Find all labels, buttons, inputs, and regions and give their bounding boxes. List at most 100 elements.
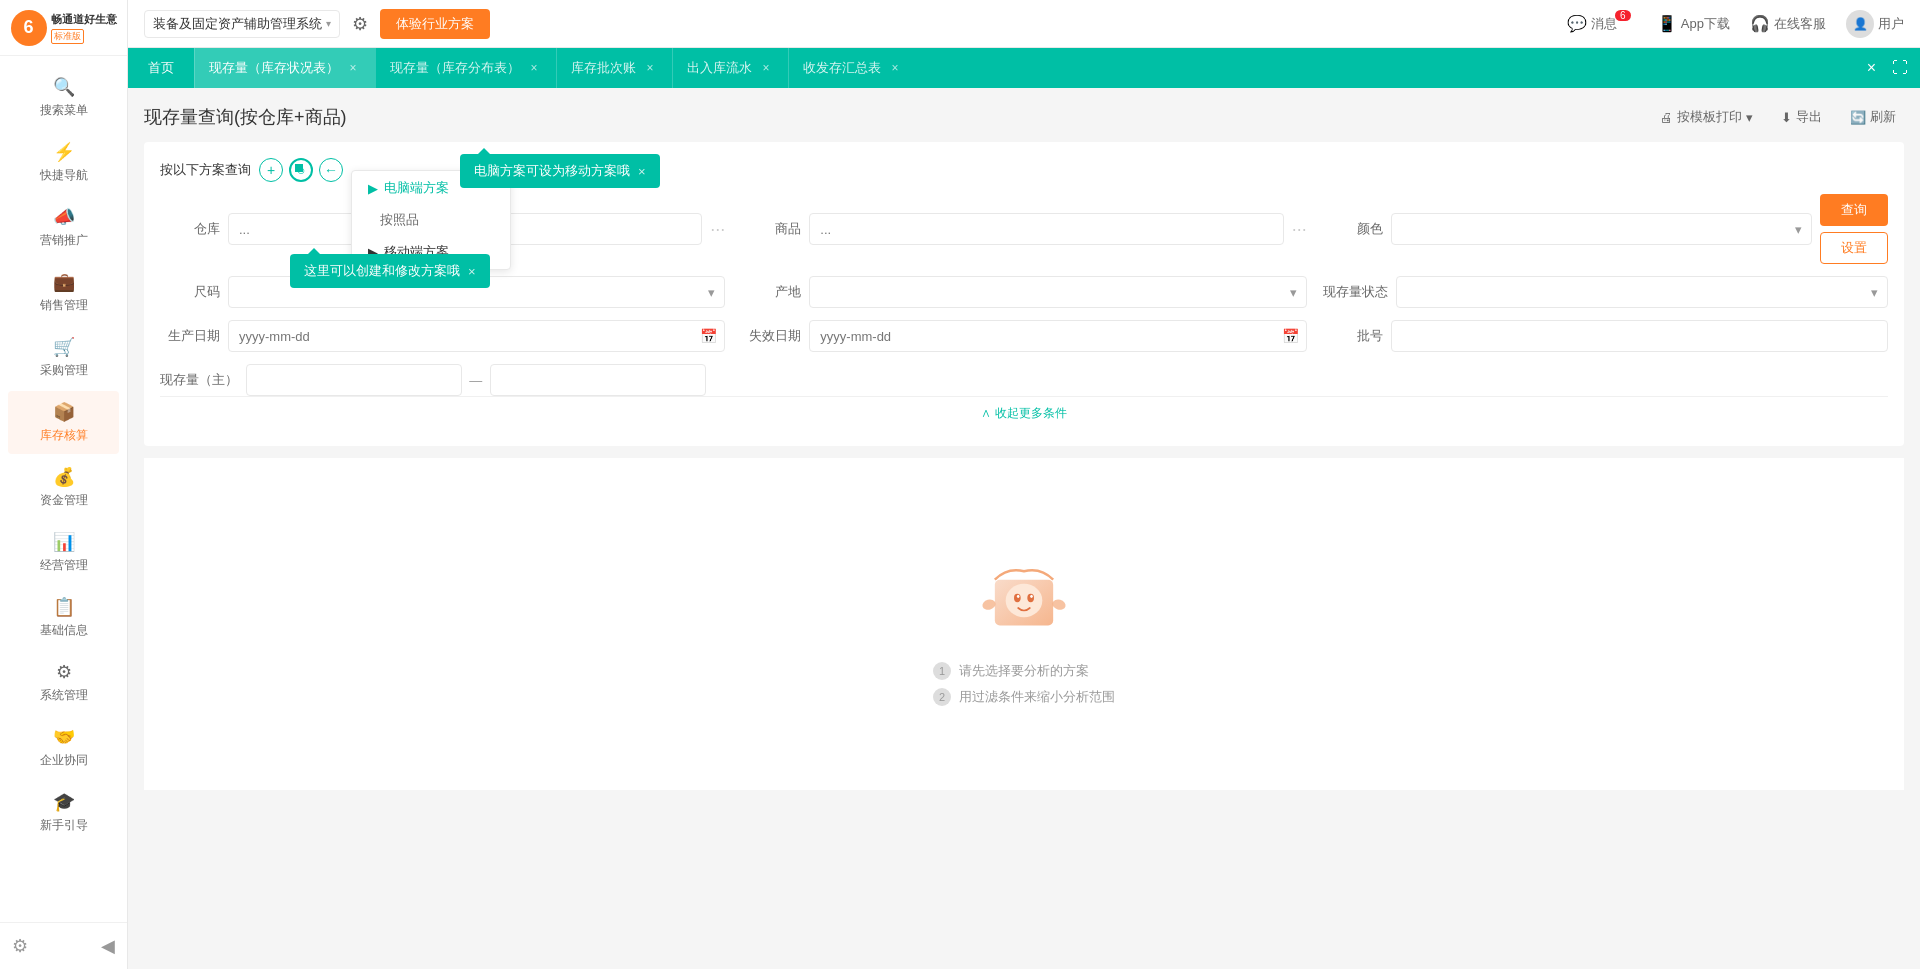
product-label: 商品 [741, 220, 801, 238]
collapse-sidebar-icon[interactable]: ◀ [101, 935, 115, 957]
tab-item-2[interactable]: 现存量（库存分布表） × [375, 48, 556, 88]
inventory-icon: 📦 [53, 401, 75, 423]
sidebar-item-search[interactable]: 🔍 搜索菜单 [8, 66, 119, 129]
tab-item-3[interactable]: 库存批次账 × [556, 48, 672, 88]
stock-status-select[interactable] [1396, 276, 1888, 308]
sidebar-item-enterprise[interactable]: 🤝 企业协同 [8, 716, 119, 779]
tab2-close-icon[interactable]: × [526, 60, 542, 76]
expiry-date-input[interactable] [809, 320, 1306, 352]
tip-num-2: 2 [933, 688, 951, 706]
prod-date-calendar-icon[interactable]: 📅 [700, 328, 717, 344]
edit-tooltip: 这里可以创建和修改方案哦 × [290, 254, 490, 288]
stock-main-max-input[interactable] [490, 364, 706, 396]
finance-icon: 💰 [53, 466, 75, 488]
edit-scheme-btn[interactable]: ○ [289, 158, 313, 182]
reset-button[interactable]: 设置 [1820, 232, 1888, 264]
sidebar-item-guide[interactable]: 🎓 新手引导 [8, 781, 119, 844]
user-action[interactable]: 👤 用户 [1846, 10, 1904, 38]
logo-brand: 畅通道好生意 [51, 12, 117, 27]
refresh-btn[interactable]: 🔄 刷新 [1842, 104, 1904, 130]
sidebar-item-inventory-label: 库存核算 [40, 427, 88, 444]
sidebar-item-basic-label: 基础信息 [40, 622, 88, 639]
system-selector[interactable]: 装备及固定资产辅助管理系统 ▾ [144, 10, 340, 38]
logo-area: 6 畅通道好生意 标准版 [0, 0, 127, 56]
stock-main-min-input[interactable] [246, 364, 462, 396]
tab-item-5[interactable]: 收发存汇总表 × [788, 48, 917, 88]
logo-badge: 标准版 [51, 29, 84, 44]
tab3-close-icon[interactable]: × [642, 60, 658, 76]
message-action[interactable]: 💬 消息 6 [1567, 14, 1637, 33]
sidebar-item-operations[interactable]: 📊 经营管理 [8, 521, 119, 584]
add-scheme-btn[interactable]: + [259, 158, 283, 182]
sidebar-item-enterprise-label: 企业协同 [40, 752, 88, 769]
sidebar-item-system[interactable]: ⚙ 系统管理 [8, 651, 119, 714]
product-input[interactable] [809, 213, 1283, 245]
sidebar-item-inventory[interactable]: 📦 库存核算 [8, 391, 119, 454]
tab-home[interactable]: 首页 [128, 48, 194, 88]
print-btn[interactable]: 🖨 按模板打印 ▾ [1652, 104, 1761, 130]
color-select[interactable] [1391, 213, 1812, 245]
app-download-action[interactable]: 📱 App下载 [1657, 14, 1730, 33]
origin-group: 产地 [741, 276, 1306, 308]
warehouse-more-icon[interactable]: ··· [710, 219, 725, 240]
edit-tooltip-close-icon[interactable]: × [468, 264, 476, 279]
prod-date-group: 生产日期 📅 [160, 320, 725, 352]
page-title: 现存量查询(按仓库+商品) [144, 105, 347, 129]
tab-item-4[interactable]: 出入库流水 × [672, 48, 788, 88]
app-download-label: App下载 [1681, 15, 1730, 33]
experience-button[interactable]: 体验行业方案 [380, 9, 490, 39]
quicknav-icon: ⚡ [53, 141, 75, 163]
collapse-bar[interactable]: ∧ 收起更多条件 [160, 396, 1888, 430]
batch-input[interactable] [1391, 320, 1888, 352]
back-icon: ← [324, 162, 338, 178]
origin-select-wrap [809, 276, 1306, 308]
system-icon: ⚙ [56, 661, 72, 683]
tab1-close-icon[interactable]: × [345, 60, 361, 76]
filter-header: 按以下方案查询 + ○ ← [160, 158, 1888, 182]
export-label: 导出 [1796, 108, 1822, 126]
sidebar-item-quicknav[interactable]: ⚡ 快捷导航 [8, 131, 119, 194]
batch-label: 批号 [1323, 327, 1383, 345]
sidebar-item-purchase[interactable]: 🛒 采购管理 [8, 326, 119, 389]
tab-close-all-icon[interactable]: × [1863, 55, 1880, 81]
edit-tooltip-text: 这里可以创建和修改方案哦 [304, 262, 460, 280]
sidebar-item-marketing[interactable]: 📣 营销推广 [8, 196, 119, 259]
product-more-icon[interactable]: ··· [1292, 219, 1307, 240]
print-label: 按模板打印 [1677, 108, 1742, 126]
filter-row-4: 现存量（主） — [160, 364, 1888, 396]
tab-expand-icon[interactable]: ⛶ [1888, 55, 1912, 81]
size-label: 尺码 [160, 283, 220, 301]
scheme-sub-item[interactable]: 按照品 [352, 205, 510, 235]
tab-bar-right: × ⛶ [1863, 55, 1920, 81]
sidebar-item-basic[interactable]: 📋 基础信息 [8, 586, 119, 649]
collapse-icon: ∧ [981, 406, 991, 420]
refresh-label: 刷新 [1870, 108, 1896, 126]
sidebar-footer: ⚙ ◀ [0, 922, 127, 969]
sidebar: 6 畅通道好生意 标准版 🔍 搜索菜单 ⚡ 快捷导航 📣 营销推广 💼 销售管理… [0, 0, 128, 969]
expiry-date-calendar-icon[interactable]: 📅 [1282, 328, 1299, 344]
purchase-icon: 🛒 [53, 336, 75, 358]
export-btn[interactable]: ⬇ 导出 [1773, 104, 1830, 130]
nav-menu: 🔍 搜索菜单 ⚡ 快捷导航 📣 营销推广 💼 销售管理 🛒 采购管理 📦 库存核… [0, 56, 127, 922]
back-scheme-btn[interactable]: ← [319, 158, 343, 182]
settings-bottom-icon[interactable]: ⚙ [12, 935, 28, 957]
search-button[interactable]: 查询 [1820, 194, 1888, 226]
stock-status-label: 现存量状态 [1323, 283, 1388, 301]
prod-date-input-wrap: 📅 [228, 320, 725, 352]
origin-select[interactable] [809, 276, 1306, 308]
settings-gear-icon[interactable]: ⚙ [352, 13, 368, 35]
tab-item-1[interactable]: 现存量（库存状况表） × [194, 48, 375, 88]
tab2-label: 现存量（库存分布表） [390, 59, 520, 77]
collapse-label: 收起更多条件 [995, 406, 1067, 420]
sidebar-item-finance[interactable]: 💰 资金管理 [8, 456, 119, 519]
system-selector-arrow: ▾ [326, 18, 331, 29]
scheme-tooltip-close-icon[interactable]: × [638, 164, 646, 179]
tab4-close-icon[interactable]: × [758, 60, 774, 76]
tab5-close-icon[interactable]: × [887, 60, 903, 76]
stock-main-label: 现存量（主） [160, 371, 238, 389]
edit-tooltip-arrow [308, 248, 320, 254]
tip1-text: 请先选择要分析的方案 [959, 658, 1089, 684]
sidebar-item-sales[interactable]: 💼 销售管理 [8, 261, 119, 324]
online-support-action[interactable]: 🎧 在线客服 [1750, 14, 1826, 33]
prod-date-input[interactable] [228, 320, 725, 352]
